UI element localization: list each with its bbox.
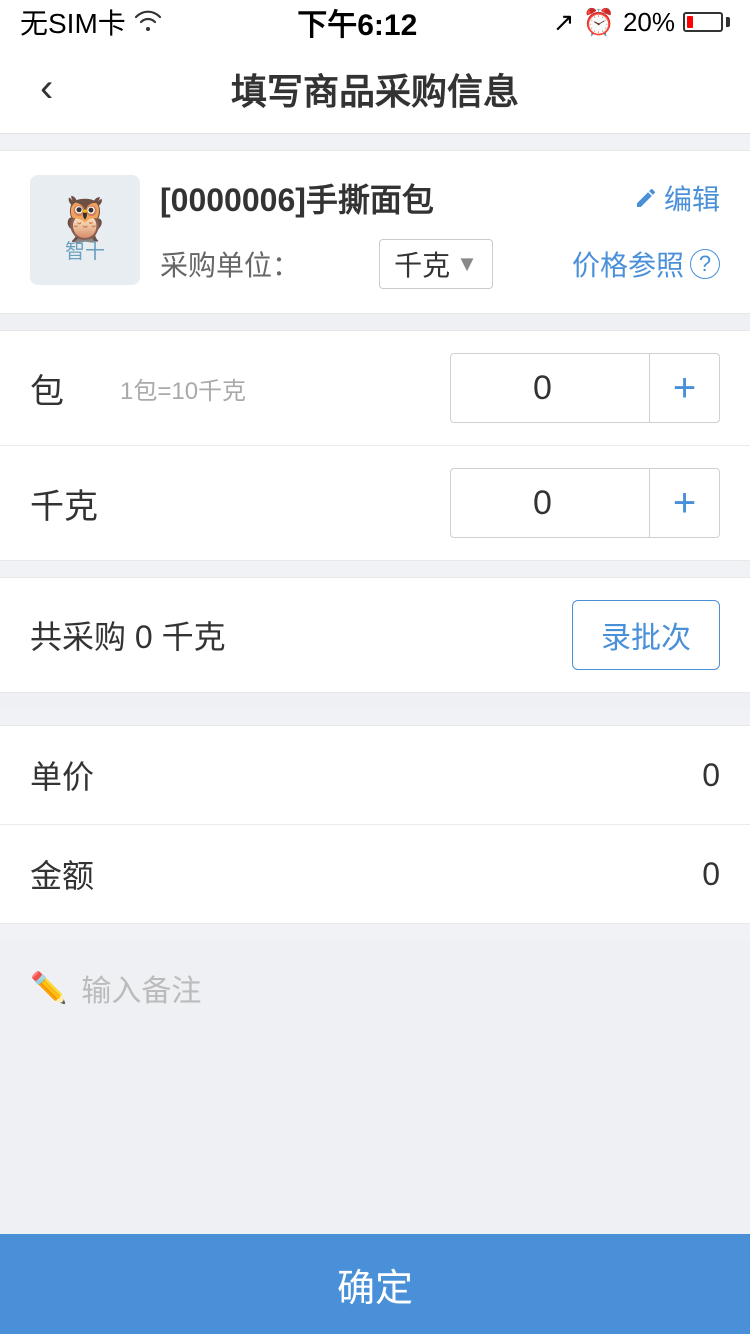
- summary-row: 共采购 0 千克 录批次: [0, 578, 750, 692]
- alarm-icon: ⏰: [583, 7, 615, 38]
- status-right: ↗ ⏰ 20%: [553, 7, 730, 38]
- battery-percent: 20%: [623, 7, 675, 38]
- unit-dropdown[interactable]: 千克 ▼: [379, 239, 493, 289]
- price-row-amount: 金额 0: [0, 825, 750, 923]
- note-placeholder: 输入备注: [81, 966, 201, 1010]
- wifi-icon: [134, 6, 162, 38]
- summary-label: 共采购 0 千克: [30, 612, 226, 658]
- price-ref-help-icon[interactable]: ?: [690, 249, 720, 279]
- price-value-amount: 0: [702, 856, 720, 893]
- input-bag[interactable]: [450, 353, 650, 423]
- price-label-unit: 单价: [30, 752, 94, 798]
- input-row-kg: 千克 +: [0, 446, 750, 560]
- plus-kg-button[interactable]: +: [650, 468, 720, 538]
- price-value-unit: 0: [702, 757, 720, 794]
- dropdown-arrow-icon: ▼: [456, 251, 478, 277]
- input-label-bag: 包: [30, 364, 110, 413]
- plus-bag-button[interactable]: +: [650, 353, 720, 423]
- input-section: 包 1包=10千克 + 千克 +: [0, 330, 750, 561]
- location-icon: ↗: [553, 7, 575, 38]
- status-bar: 无SIM卡 下午6:12 ↗ ⏰ 20%: [0, 0, 750, 44]
- status-time: 下午6:12: [297, 0, 417, 44]
- unit-value: 千克: [394, 244, 450, 284]
- confirm-button[interactable]: 确定: [0, 1234, 750, 1334]
- pencil-icon: ✏️: [30, 971, 67, 1006]
- product-header: [0000006]手撕面包 编辑: [160, 175, 720, 221]
- input-kg[interactable]: [450, 468, 650, 538]
- page-title: 填写商品采购信息: [231, 63, 519, 115]
- nav-bar: ‹ 填写商品采购信息: [0, 44, 750, 134]
- product-info: [0000006]手撕面包 编辑 采购单位： 千克 ▼ 价格参照 ?: [160, 175, 720, 289]
- price-label-amount: 金额: [30, 851, 94, 897]
- product-name: [0000006]手撕面包: [160, 175, 434, 221]
- input-row-bag: 包 1包=10千克 +: [0, 331, 750, 446]
- unit-label: 采购单位：: [160, 244, 300, 284]
- status-left: 无SIM卡: [20, 2, 162, 42]
- product-image: 🦉 智十: [30, 175, 140, 285]
- product-unit-row: 采购单位： 千克 ▼ 价格参照 ?: [160, 239, 720, 289]
- product-card: 🦉 智十 [0000006]手撕面包 编辑 采购单位： 千克 ▼ 价格参照 ?: [0, 150, 750, 314]
- section-divider-1: [0, 314, 750, 330]
- input-label-kg: 千克: [30, 479, 110, 528]
- summary-section: 共采购 0 千克 录批次: [0, 577, 750, 693]
- input-field-bag-wrapper: +: [450, 353, 720, 423]
- price-ref-button[interactable]: 价格参照 ?: [572, 244, 720, 284]
- network-label: 无SIM卡: [20, 2, 126, 42]
- note-section[interactable]: ✏️ 输入备注: [0, 940, 750, 1036]
- input-field-kg-wrapper: +: [450, 468, 720, 538]
- price-row-unit: 单价 0: [0, 726, 750, 825]
- back-button[interactable]: ‹: [30, 56, 63, 121]
- section-divider-2: [0, 693, 750, 709]
- edit-button[interactable]: 编辑: [634, 178, 720, 218]
- battery-icon: [683, 12, 730, 32]
- price-section: 单价 0 金额 0: [0, 725, 750, 924]
- record-batch-button[interactable]: 录批次: [572, 600, 720, 670]
- input-sub-label-bag: 1包=10千克: [120, 371, 450, 406]
